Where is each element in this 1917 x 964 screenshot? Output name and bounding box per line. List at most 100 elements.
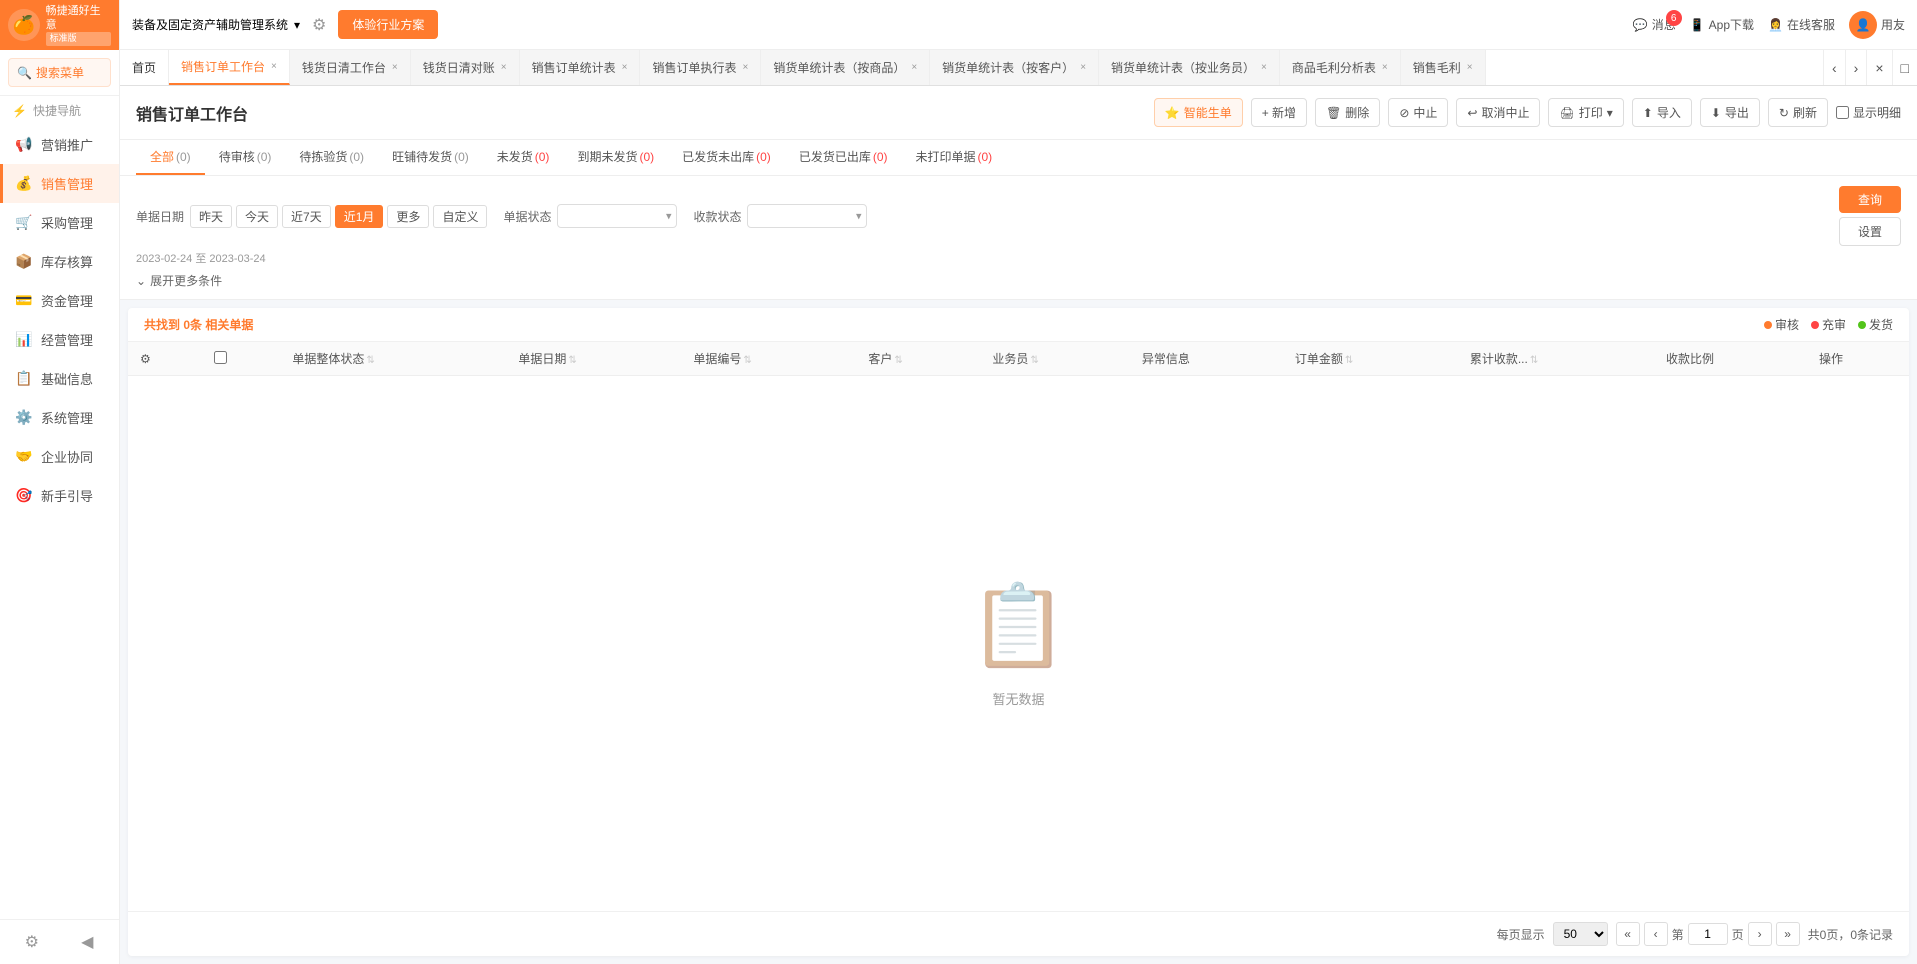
print-button[interactable]: 🖨 打印 ▾ <box>1548 98 1623 127</box>
col-settings-icon[interactable]: ⚙ <box>140 352 151 366</box>
subtab-label-not-shipped: 未发货 <box>497 150 533 164</box>
quick-action-ship[interactable]: 发货 <box>1858 316 1893 333</box>
import-button[interactable]: ⬆ 导入 <box>1632 98 1692 127</box>
sidebar-item-finance[interactable]: 💳资金管理 <box>0 281 119 320</box>
tab-sales-order-exec[interactable]: 销售订单执行表 × <box>640 50 761 85</box>
subtab-wangpu-ship[interactable]: 旺铺待发货(0) <box>378 140 483 175</box>
sidebar-item-marketing[interactable]: 📢营销推广 <box>0 125 119 164</box>
date-filter-btn-自定义[interactable]: 自定义 <box>433 205 487 228</box>
tab-close-sales-stats-customer[interactable]: × <box>1080 62 1086 73</box>
refresh-button[interactable]: ↻ 刷新 <box>1768 98 1828 127</box>
col-header-number[interactable]: 单据编号⇅ <box>681 342 856 376</box>
sidebar-item-newbie[interactable]: 🎯新手引导 <box>0 476 119 515</box>
sidebar-item-purchase[interactable]: 🛒采购管理 <box>0 203 119 242</box>
topbar-actions: 💬 消息 6 📱 App下载 👩‍💼 在线客服 👤 用友 <box>1633 11 1905 39</box>
select-all-checkbox[interactable] <box>214 351 227 364</box>
col-header-received[interactable]: 累计收款...⇅ <box>1458 342 1654 376</box>
tab-home[interactable]: 首页 <box>120 50 169 85</box>
next-page-button[interactable]: › <box>1748 922 1772 946</box>
export-button[interactable]: ⬇ 导出 <box>1700 98 1760 127</box>
subtab-not-shipped[interactable]: 未发货(0) <box>483 140 564 175</box>
quick-action-review[interactable]: 审核 <box>1764 316 1799 333</box>
date-filter-btn-更多[interactable]: 更多 <box>387 205 429 228</box>
search-menu-button[interactable]: 🔍 搜索菜单 <box>8 58 111 87</box>
sidebar-item-inventory[interactable]: 📦库存核算 <box>0 242 119 281</box>
sidebar-item-sales[interactable]: 💰销售管理 <box>0 164 119 203</box>
user-area[interactable]: 👤 用友 <box>1849 11 1905 39</box>
col-header-amount[interactable]: 订单金额⇅ <box>1283 342 1458 376</box>
page-size-select[interactable]: 102050100 <box>1553 922 1608 946</box>
subtab-overdue-not-shipped[interactable]: 到期未发货(0) <box>563 140 668 175</box>
first-page-button[interactable]: « <box>1616 922 1640 946</box>
tab-label-sales-order-exec: 销售订单执行表 <box>652 59 736 76</box>
cancel-stop-button[interactable]: ↩ 取消中止 <box>1456 98 1540 127</box>
tab-maximize-button[interactable]: □ <box>1892 50 1917 85</box>
tab-sales-stats-staff[interactable]: 销货单统计表（按业务员）× <box>1099 50 1280 85</box>
tab-sales-order-stats[interactable]: 销售订单统计表× <box>520 50 641 85</box>
tab-sales-stats-product[interactable]: 销货单统计表（按商品）× <box>761 50 930 85</box>
date-filter-btn-昨天[interactable]: 昨天 <box>190 205 232 228</box>
date-filter-btn-近1月[interactable]: 近1月 <box>335 205 384 228</box>
subtab-pending-review[interactable]: 待审核(0) <box>205 140 286 175</box>
col-header-status[interactable]: 单据整体状态⇅ <box>280 342 506 376</box>
sidebar-collapse-button[interactable]: ◀ <box>64 928 112 956</box>
sidebar-item-enterprise[interactable]: 🤝企业协同 <box>0 437 119 476</box>
subtab-shipped-not-out[interactable]: 已发货未出库(0) <box>668 140 785 175</box>
show-detail-label[interactable]: 显示明细 <box>1836 104 1901 121</box>
filter-actions: 查询 设置 <box>1839 186 1901 246</box>
sidebar-item-operations[interactable]: 📊经营管理 <box>0 320 119 359</box>
page-number-input[interactable] <box>1688 923 1728 945</box>
tab-sales-profit[interactable]: 销售毛利× <box>1401 50 1486 85</box>
topbar-settings-icon[interactable]: ⚙ <box>312 15 326 35</box>
tab-close-gross-margin[interactable]: × <box>1382 62 1388 73</box>
last-page-button[interactable]: » <box>1776 922 1800 946</box>
tab-close-sales-order-stats[interactable]: × <box>622 62 628 73</box>
stop-button[interactable]: ⊘ 中止 <box>1388 98 1448 127</box>
trial-button[interactable]: 体验行业方案 <box>338 10 438 39</box>
quick-action-unreviewed[interactable]: 充审 <box>1811 316 1846 333</box>
tab-sales-order-workbench[interactable]: 销售订单工作台× <box>169 50 290 85</box>
date-filter-btn-今天[interactable]: 今天 <box>236 205 278 228</box>
tab-cash-daily-workbench[interactable]: 钱货日清工作台× <box>290 50 411 85</box>
show-detail-checkbox[interactable] <box>1836 106 1849 119</box>
tab-close-cash-reconciliation[interactable]: × <box>501 62 507 73</box>
add-button[interactable]: + 新增 <box>1251 98 1307 127</box>
subtab-not-printed[interactable]: 未打印单据(0) <box>902 140 1007 175</box>
tab-close-cash-daily-workbench[interactable]: × <box>392 62 398 73</box>
sidebar-item-system[interactable]: ⚙️系统管理 <box>0 398 119 437</box>
tab-close-sales-stats-staff[interactable]: × <box>1261 62 1267 73</box>
col-header-date[interactable]: 单据日期⇅ <box>506 342 681 376</box>
filter-settings-button[interactable]: 设置 <box>1839 217 1901 246</box>
prev-page-button[interactable]: ‹ <box>1644 922 1668 946</box>
tab-close-current-button[interactable]: × <box>1866 50 1891 85</box>
tab-sales-stats-customer[interactable]: 销货单统计表（按客户）× <box>930 50 1099 85</box>
expand-filter-button[interactable]: ⌄ 展开更多条件 <box>136 272 1901 289</box>
online-service-button[interactable]: 👩‍💼 在线客服 <box>1768 16 1835 33</box>
subtab-pending-inspect[interactable]: 待拣验货(0) <box>285 140 378 175</box>
tab-scroll-right-button[interactable]: › <box>1845 50 1867 85</box>
sidebar-item-basic-info[interactable]: 📋基础信息 <box>0 359 119 398</box>
delete-button[interactable]: 🗑 删除 <box>1315 98 1380 127</box>
col-header-customer[interactable]: 客户⇅ <box>856 342 980 376</box>
subtab-all[interactable]: 全部(0) <box>136 140 205 175</box>
tab-close-sales-profit[interactable]: × <box>1467 62 1473 73</box>
sidebar-settings-button[interactable]: ⚙ <box>8 928 56 956</box>
tab-scroll-left-button[interactable]: ‹ <box>1823 50 1845 85</box>
app-download-button[interactable]: 📱 App下载 <box>1690 16 1754 33</box>
query-button[interactable]: 查询 <box>1839 186 1901 213</box>
tab-close-sales-order-exec[interactable]: × <box>742 62 748 73</box>
subtab-shipped-out[interactable]: 已发货已出库(0) <box>785 140 902 175</box>
message-button[interactable]: 💬 消息 6 <box>1633 16 1676 33</box>
tab-close-sales-stats-product[interactable]: × <box>911 62 917 73</box>
tab-close-sales-order-workbench[interactable]: × <box>271 61 277 72</box>
payment-select[interactable] <box>747 204 867 228</box>
status-select[interactable] <box>557 204 677 228</box>
tab-gross-margin[interactable]: 商品毛利分析表× <box>1280 50 1401 85</box>
tab-cash-reconciliation[interactable]: 钱货日清对账× <box>411 50 520 85</box>
system-title-dropdown[interactable]: 装备及固定资产辅助管理系统 ▾ <box>132 16 300 33</box>
date-filter-btn-近7天[interactable]: 近7天 <box>282 205 331 228</box>
smart-create-button[interactable]: ⭐ 智能生单 <box>1154 98 1243 127</box>
quick-nav-item[interactable]: ⚡ 快捷导航 <box>0 96 119 125</box>
quick-action-dot-review <box>1764 321 1772 329</box>
col-header-staff[interactable]: 业务员⇅ <box>980 342 1130 376</box>
